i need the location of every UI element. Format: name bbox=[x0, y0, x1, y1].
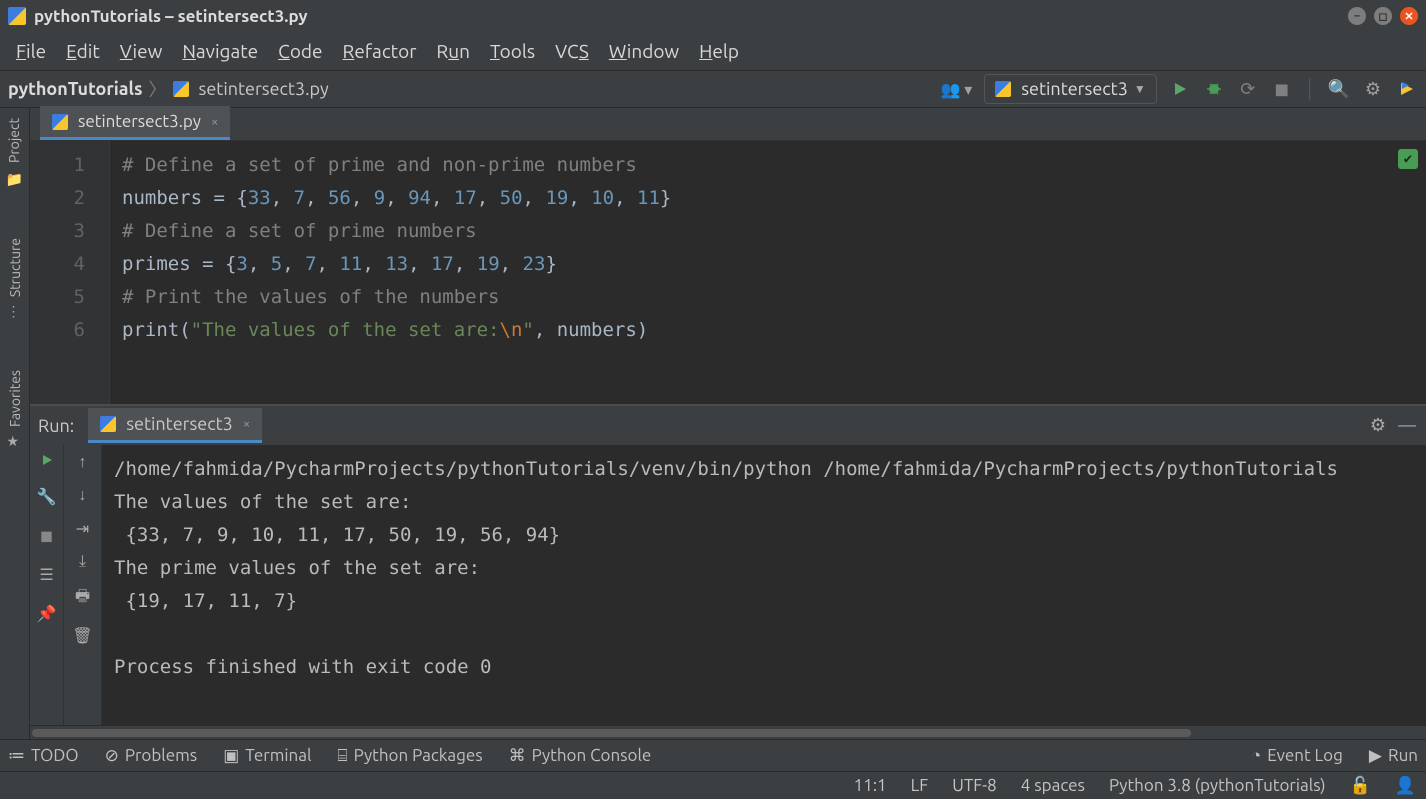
rerun-button[interactable] bbox=[40, 453, 54, 467]
ide-icon[interactable] bbox=[1396, 80, 1418, 98]
status-caret-position[interactable]: 11:1 bbox=[854, 776, 887, 795]
problems-button[interactable]: ⊘ Problems bbox=[105, 746, 198, 766]
chevron-down-icon: ▼ bbox=[1134, 82, 1146, 96]
status-lock-icon[interactable]: 🔓 bbox=[1350, 776, 1371, 796]
menu-run[interactable]: Run bbox=[428, 36, 478, 66]
breadcrumb-file[interactable]: setintersect3.py bbox=[199, 79, 329, 99]
navigation-bar: pythonTutorials 〉 setintersect3.py 👥 ▾ s… bbox=[0, 70, 1426, 108]
settings-icon[interactable]: ⚙ bbox=[1362, 79, 1384, 100]
run-panel-tab-label: setintersect3 bbox=[126, 414, 233, 434]
folder-icon[interactable]: 📁 bbox=[6, 171, 23, 188]
menu-code[interactable]: Code bbox=[270, 36, 330, 66]
down-icon[interactable]: ↓ bbox=[79, 486, 87, 505]
window-minimize-button[interactable]: – bbox=[1348, 7, 1366, 25]
window-close-button[interactable]: ✕ bbox=[1400, 7, 1418, 25]
run-console-toolbar: ↑ ↓ ⇥ ⤓ 🖶 🗑 bbox=[64, 445, 102, 725]
menu-vcs[interactable]: VCS bbox=[547, 36, 597, 66]
code-editor[interactable]: 1 2 3 4 5 6 # Define a set of prime and … bbox=[30, 141, 1426, 404]
todo-button[interactable]: ≔ TODO bbox=[8, 746, 79, 766]
status-encoding[interactable]: UTF-8 bbox=[952, 776, 997, 795]
rail-structure[interactable]: Structure bbox=[7, 238, 23, 297]
breadcrumb-separator: 〉 bbox=[149, 76, 167, 102]
star-icon: ★ bbox=[7, 433, 23, 450]
python-icon bbox=[995, 81, 1011, 97]
app-icon bbox=[8, 7, 26, 25]
rail-favorites[interactable]: Favorites bbox=[7, 370, 23, 427]
status-indent[interactable]: 4 spaces bbox=[1021, 776, 1085, 795]
run-tool-window: Run: setintersect3 × ⚙ — 🔧 ◼ ☰ 📌 bbox=[30, 404, 1426, 739]
run-side-toolbar: 🔧 ◼ ☰ 📌 bbox=[30, 445, 64, 725]
up-icon[interactable]: ↑ bbox=[79, 453, 87, 472]
editor-gutter: 1 2 3 4 5 6 bbox=[30, 141, 110, 404]
run-configuration-selector[interactable]: setintersect3 ▼ bbox=[984, 74, 1157, 104]
python-file-icon bbox=[52, 114, 68, 130]
debug-button[interactable] bbox=[1203, 80, 1225, 98]
breadcrumb-project[interactable]: pythonTutorials bbox=[8, 79, 143, 99]
window-maximize-button[interactable]: ◻ bbox=[1374, 7, 1392, 25]
pin-icon[interactable]: 📌 bbox=[37, 604, 57, 623]
stop-button-side[interactable]: ◼ bbox=[40, 526, 53, 545]
console-horizontal-scrollbar[interactable] bbox=[30, 725, 1426, 739]
editor-tab-label: setintersect3.py bbox=[78, 112, 201, 131]
menu-help[interactable]: Help bbox=[691, 36, 747, 66]
python-icon bbox=[100, 416, 116, 432]
run-button[interactable] bbox=[1169, 81, 1191, 97]
menu-window[interactable]: Window bbox=[601, 36, 687, 66]
run-settings-icon[interactable]: ⚙ bbox=[1370, 415, 1386, 436]
inspection-ok-icon[interactable]: ✔ bbox=[1398, 149, 1418, 169]
status-line-separator[interactable]: LF bbox=[911, 776, 929, 795]
menu-bar: File Edit View Navigate Code Refactor Ru… bbox=[0, 32, 1426, 70]
structure-icon: ⋮ bbox=[7, 303, 23, 320]
run-panel-label: Run: bbox=[38, 416, 74, 436]
editor-tab-active[interactable]: setintersect3.py × bbox=[40, 106, 230, 140]
terminal-button[interactable]: ▣ Terminal bbox=[223, 746, 311, 766]
run-config-name: setintersect3 bbox=[1021, 79, 1128, 99]
run-panel-header: Run: setintersect3 × ⚙ — bbox=[30, 406, 1426, 445]
close-tab-icon[interactable]: × bbox=[211, 115, 218, 129]
status-person-icon[interactable]: 👤 bbox=[1395, 776, 1416, 796]
search-icon[interactable]: 🔍 bbox=[1328, 79, 1350, 100]
people-icon[interactable]: 👥 ▾ bbox=[941, 80, 973, 99]
menu-refactor[interactable]: Refactor bbox=[335, 36, 425, 66]
python-file-icon bbox=[173, 81, 189, 97]
menu-edit[interactable]: Edit bbox=[58, 36, 108, 66]
close-run-tab-icon[interactable]: × bbox=[243, 417, 250, 431]
python-console-button[interactable]: ⌘ Python Console bbox=[509, 746, 652, 766]
menu-file[interactable]: File bbox=[8, 36, 54, 66]
menu-tools[interactable]: Tools bbox=[482, 36, 543, 66]
run-minimize-icon[interactable]: — bbox=[1398, 415, 1416, 436]
print-icon[interactable]: 🖶 bbox=[75, 585, 90, 612]
title-bar: pythonTutorials – setintersect3.py – ◻ ✕ bbox=[0, 0, 1426, 32]
editor-tabs: setintersect3.py × bbox=[30, 108, 1426, 141]
run-toolwindow-button[interactable]: ▶ Run bbox=[1369, 746, 1418, 766]
console-output[interactable]: /home/fahmida/PycharmProjects/pythonTuto… bbox=[102, 445, 1426, 725]
menu-navigate[interactable]: Navigate bbox=[174, 36, 266, 66]
menu-view[interactable]: View bbox=[112, 36, 171, 66]
scrollbar-thumb[interactable] bbox=[32, 729, 1191, 737]
wrap-icon[interactable]: ⇥ bbox=[76, 519, 89, 538]
trash-icon[interactable]: 🗑 bbox=[72, 626, 92, 645]
breadcrumb: pythonTutorials 〉 setintersect3.py bbox=[8, 76, 329, 102]
window-title: pythonTutorials – setintersect3.py bbox=[34, 7, 308, 26]
python-packages-button[interactable]: ⌸ Python Packages bbox=[337, 746, 482, 766]
rerun-with-coverage-button[interactable]: ⟳ bbox=[1237, 79, 1259, 100]
bottom-toolwindow-bar: ≔ TODO ⊘ Problems ▣ Terminal ⌸ Python Pa… bbox=[0, 739, 1426, 771]
event-log-button[interactable]: ◔ Event Log bbox=[1251, 746, 1343, 766]
status-bar: 11:1 LF UTF-8 4 spaces Python 3.8 (pytho… bbox=[0, 771, 1426, 799]
run-panel-tab[interactable]: setintersect3 × bbox=[88, 408, 262, 443]
rail-project[interactable]: Project bbox=[6, 118, 22, 163]
status-interpreter[interactable]: Python 3.8 (pythonTutorials) bbox=[1109, 776, 1326, 795]
scroll-end-icon[interactable]: ⤓ bbox=[79, 552, 86, 571]
left-toolwindow-rail: Project 📁 Structure ⋮ Favorites ★ bbox=[0, 108, 30, 739]
layout-icon[interactable]: ☰ bbox=[39, 565, 53, 584]
editor-content[interactable]: # Define a set of prime and non-prime nu… bbox=[110, 141, 671, 404]
run-tools-icon[interactable]: 🔧 bbox=[37, 487, 57, 506]
stop-button[interactable]: ◼ bbox=[1271, 79, 1293, 100]
